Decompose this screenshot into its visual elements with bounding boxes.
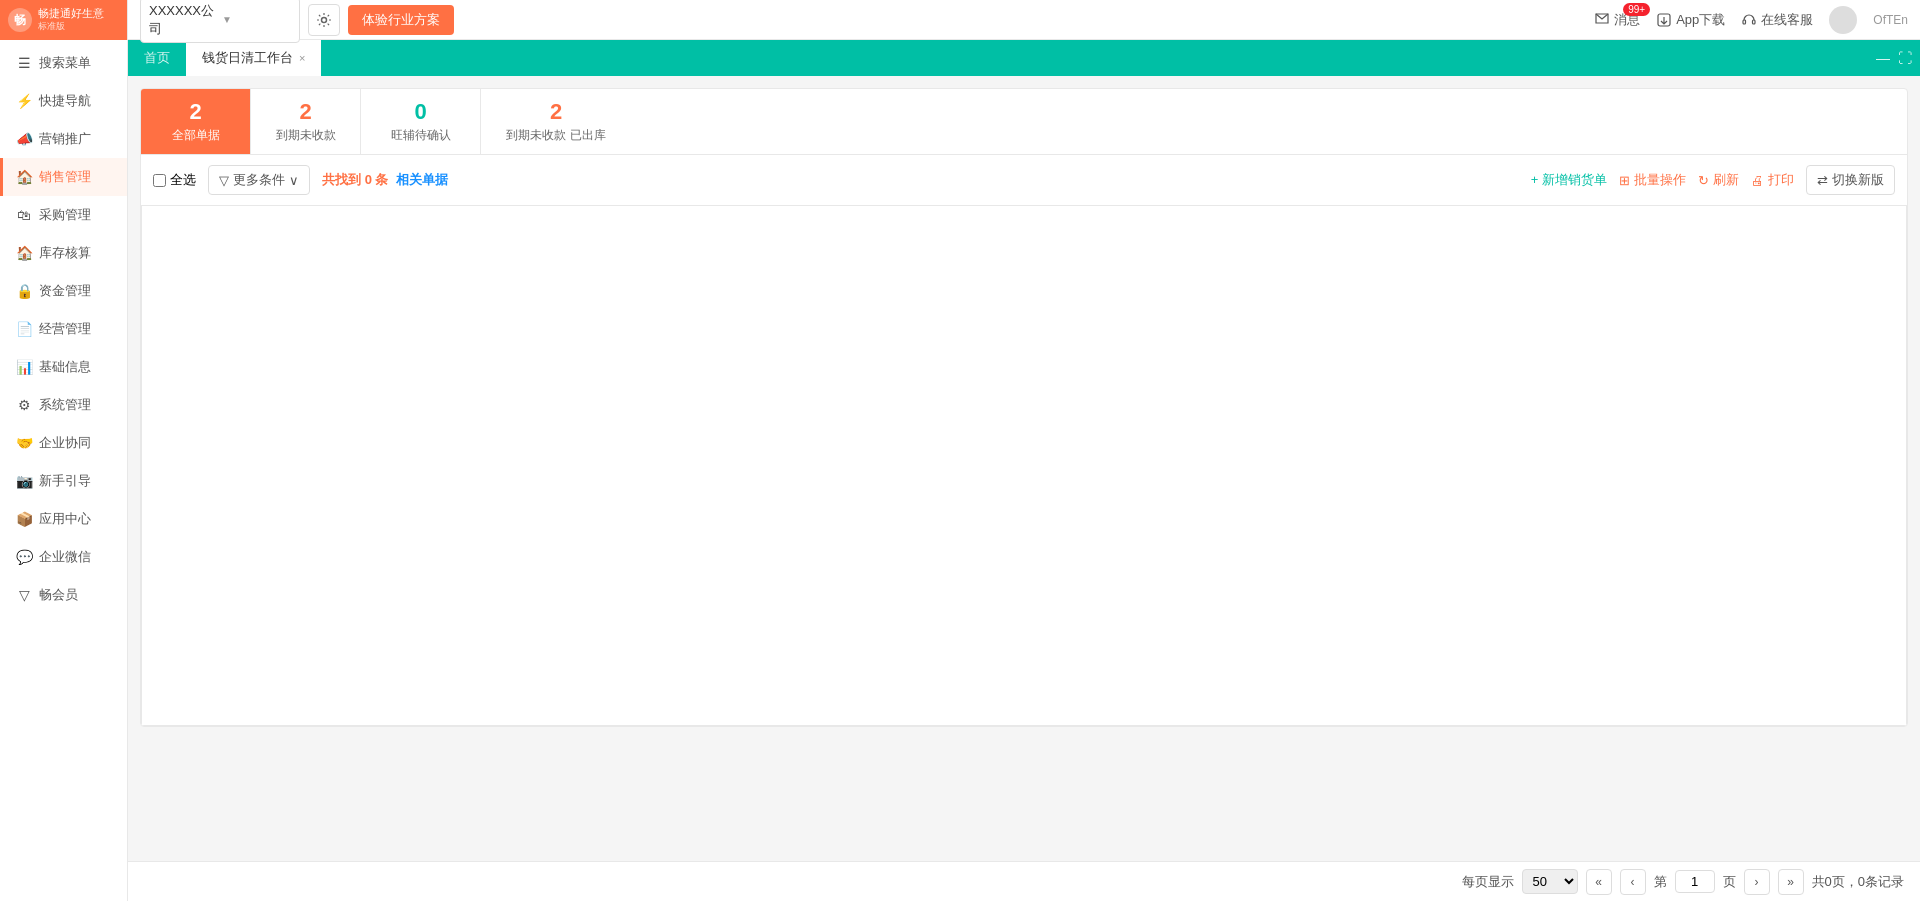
inventory-icon: 🏠 — [15, 245, 33, 261]
stats-tab-pending[interactable]: 0 旺辅待确认 — [361, 89, 481, 154]
sidebar-item-marketing[interactable]: 📣 营销推广 — [0, 120, 127, 158]
purchase-icon: 🛍 — [15, 207, 33, 223]
sidebar-item-wechat[interactable]: 💬 企业微信 — [0, 538, 127, 576]
message-badge: 99+ — [1623, 3, 1650, 16]
sidebar-item-sales[interactable]: 🏠 销售管理 — [0, 158, 127, 196]
refresh-button[interactable]: ↻ 刷新 — [1698, 171, 1739, 189]
sidebar-item-system[interactable]: ⚙ 系统管理 — [0, 386, 127, 424]
filter-button[interactable]: ▽ 更多条件 ∨ — [208, 165, 310, 195]
switch-icon: ⇄ — [1817, 173, 1828, 188]
marketing-icon: 📣 — [15, 131, 33, 147]
next-page-button[interactable]: › — [1744, 869, 1770, 895]
sidebar-nav: ☰ 搜索菜单 ⚡ 快捷导航 📣 营销推广 🏠 销售管理 🛍 采购管理 🏠 库存核… — [0, 40, 127, 901]
message-button[interactable]: 消息 99+ — [1594, 11, 1640, 29]
quick-nav-icon: ⚡ — [15, 93, 33, 109]
sidebar-item-basic-info[interactable]: 📊 基础信息 — [0, 348, 127, 386]
page-input[interactable] — [1675, 870, 1715, 893]
batch-operation-button[interactable]: ⊞ 批量操作 — [1619, 171, 1686, 189]
sidebar-item-finance[interactable]: 🔒 资金管理 — [0, 272, 127, 310]
header-right: 消息 99+ App下载 在线客服 OfTEn — [1594, 6, 1908, 34]
stats-tab-overdue[interactable]: 2 到期未收款 — [251, 89, 361, 154]
sidebar-item-enterprise[interactable]: 🤝 企业协同 — [0, 424, 127, 462]
search-menu-icon: ☰ — [15, 55, 33, 71]
system-icon: ⚙ — [15, 397, 33, 413]
switch-version-button[interactable]: ⇄ 切换新版 — [1806, 165, 1895, 195]
content-area — [141, 206, 1907, 726]
select-all-area[interactable]: 全选 — [153, 171, 196, 189]
last-page-button[interactable]: » — [1778, 869, 1804, 895]
tab-actions: — ⛶ — [1876, 50, 1920, 66]
page-size-select[interactable]: 50 100 200 — [1522, 869, 1578, 894]
close-tab-icon[interactable]: × — [299, 52, 305, 64]
add-sales-order-button[interactable]: + 新增销货单 — [1531, 171, 1607, 189]
tab-home[interactable]: 首页 — [128, 40, 186, 76]
page-suffix: 页 — [1723, 873, 1736, 891]
pagination-bar: 每页显示 50 100 200 « ‹ 第 页 › » 共0页，0条记录 — [128, 861, 1920, 901]
user-name[interactable]: OfTEn — [1873, 13, 1908, 27]
sidebar-item-guide[interactable]: 📷 新手引导 — [0, 462, 127, 500]
print-icon: 🖨 — [1751, 173, 1764, 188]
toolbar-right: + 新增销货单 ⊞ 批量操作 ↻ 刷新 🖨 打印 ⇄ 切换新版 — [1531, 165, 1895, 195]
batch-icon: ⊞ — [1619, 173, 1630, 188]
finance-icon: 🔒 — [15, 283, 33, 299]
member-icon: ▽ — [15, 587, 33, 603]
select-all-checkbox[interactable] — [153, 174, 166, 187]
tab-bar: 首页 钱货日清工作台 × — ⛶ — [128, 40, 1920, 76]
found-count: 0 — [365, 172, 372, 187]
found-text: 共找到 0 条 相关单据 — [322, 171, 448, 189]
svg-point-0 — [322, 17, 327, 22]
online-service-button[interactable]: 在线客服 — [1741, 11, 1813, 29]
sales-icon: 🏠 — [15, 169, 33, 185]
sidebar-item-inventory[interactable]: 🏠 库存核算 — [0, 234, 127, 272]
svg-rect-3 — [1753, 20, 1756, 24]
sidebar-item-search-menu[interactable]: ☰ 搜索菜单 — [0, 44, 127, 82]
wechat-icon: 💬 — [15, 549, 33, 565]
company-dropdown-arrow: ▼ — [222, 14, 291, 25]
main-content: 2 全部单据 2 到期未收款 0 旺辅待确认 2 到期未收款 已出库 全选 — [128, 76, 1920, 901]
filter-icon: ▽ — [219, 173, 229, 188]
sidebar: 畅 畅捷通好生意 标准版 ☰ 搜索菜单 ⚡ 快捷导航 📣 营销推广 🏠 销售管理… — [0, 0, 128, 901]
settings-button[interactable] — [308, 4, 340, 36]
app-center-icon: 📦 — [15, 511, 33, 527]
guide-icon: 📷 — [15, 473, 33, 489]
section-wrap: 2 全部单据 2 到期未收款 0 旺辅待确认 2 到期未收款 已出库 全选 — [140, 88, 1908, 727]
sidebar-item-quick-nav[interactable]: ⚡ 快捷导航 — [0, 82, 127, 120]
page-label: 第 — [1654, 873, 1667, 891]
prev-page-button[interactable]: ‹ — [1620, 869, 1646, 895]
stats-tab-shipped[interactable]: 2 到期未收款 已出库 — [481, 89, 631, 154]
company-selector[interactable]: XXXXXX公司 ▼ — [140, 0, 300, 43]
toolbar-left: 全选 ▽ 更多条件 ∨ 共找到 0 条 相关单据 — [153, 165, 448, 195]
sidebar-header: 畅 畅捷通好生意 标准版 — [0, 0, 127, 40]
refresh-icon: ↻ — [1698, 173, 1709, 188]
sidebar-logo-text: 畅捷通好生意 标准版 — [38, 7, 104, 33]
sidebar-item-operations[interactable]: 📄 经营管理 — [0, 310, 127, 348]
sidebar-item-app-center[interactable]: 📦 应用中心 — [0, 500, 127, 538]
toolbar: 全选 ▽ 更多条件 ∨ 共找到 0 条 相关单据 + 新增销货单 — [141, 155, 1907, 206]
svg-rect-2 — [1743, 20, 1746, 24]
sidebar-logo-icon: 畅 — [8, 8, 32, 32]
tab-expand-icon[interactable]: ⛶ — [1898, 50, 1912, 66]
app-download-button[interactable]: App下载 — [1656, 11, 1725, 29]
first-page-button[interactable]: « — [1586, 869, 1612, 895]
enterprise-icon: 🤝 — [15, 435, 33, 451]
top-header: XXXXXX公司 ▼ 体验行业方案 消息 99+ App下载 — [0, 0, 1920, 40]
stats-tabs: 2 全部单据 2 到期未收款 0 旺辅待确认 2 到期未收款 已出库 — [141, 89, 1907, 155]
print-button[interactable]: 🖨 打印 — [1751, 171, 1794, 189]
sidebar-item-purchase[interactable]: 🛍 采购管理 — [0, 196, 127, 234]
tab-minimize-icon[interactable]: — — [1876, 50, 1890, 66]
avatar[interactable] — [1829, 6, 1857, 34]
operations-icon: 📄 — [15, 321, 33, 337]
tab-workbench[interactable]: 钱货日清工作台 × — [186, 40, 321, 76]
filter-dropdown-icon: ∨ — [289, 173, 299, 188]
basic-info-icon: 📊 — [15, 359, 33, 375]
sidebar-item-member[interactable]: ▽ 畅会员 — [0, 576, 127, 614]
select-all-label: 全选 — [170, 171, 196, 189]
total-records-text: 共0页，0条记录 — [1812, 873, 1904, 891]
trial-button[interactable]: 体验行业方案 — [348, 5, 454, 35]
stats-tab-all[interactable]: 2 全部单据 — [141, 89, 251, 154]
